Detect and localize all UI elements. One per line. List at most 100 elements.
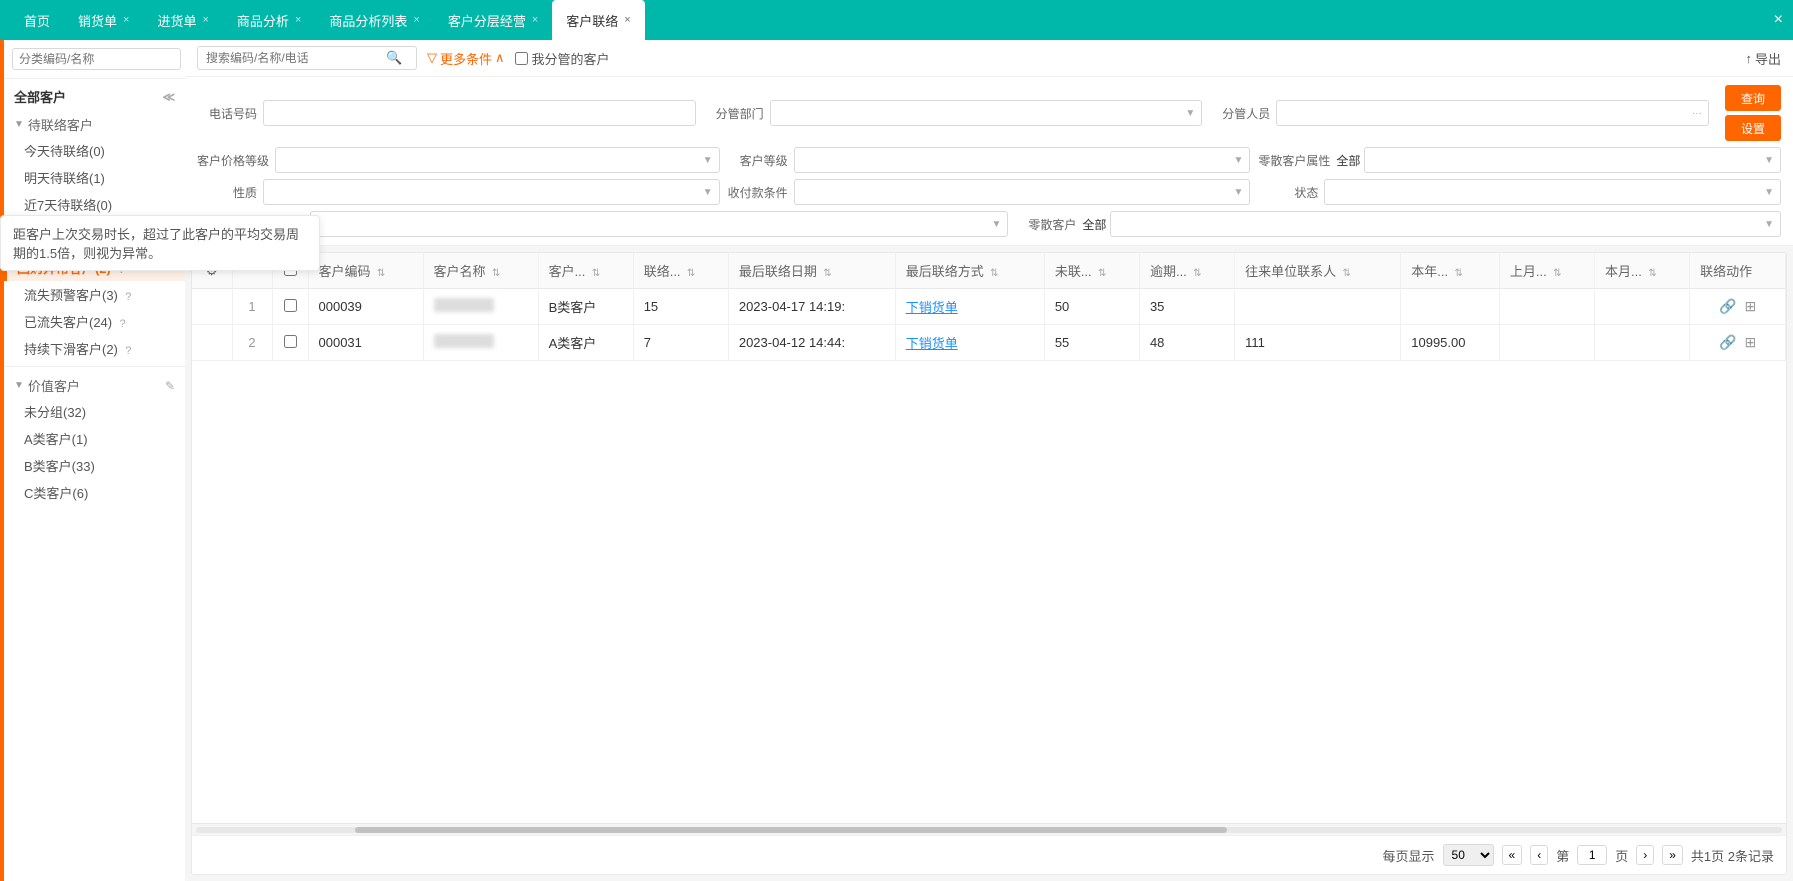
col-type-header[interactable]: 客户... ⇅ (538, 253, 633, 289)
my-customers-filter[interactable]: 我分管的客户 (515, 49, 610, 68)
nav-home[interactable]: 首页 (10, 0, 64, 40)
row2-name-cell[interactable] (423, 325, 538, 361)
contact-sort-icon: ⇅ (687, 268, 695, 279)
row1-check-cell[interactable] (272, 289, 308, 325)
customer-type-select[interactable]: ▼ (310, 211, 1009, 237)
col-thisyear-header[interactable]: 本年... ⇅ (1401, 253, 1500, 289)
nav-customer-contact-close[interactable]: × (624, 14, 630, 26)
customer-grade-select[interactable]: ▼ (794, 147, 1251, 173)
row1-thismonth-cell (1595, 289, 1690, 325)
sidebar-pending-group[interactable]: ▼ 待联络客户 (4, 110, 185, 137)
retail-attr-label: 零散客户属性 (1258, 152, 1330, 169)
col-notcontact-header[interactable]: 未联... ⇅ (1044, 253, 1139, 289)
customer-grade-field: 客户等级 ▼ (728, 147, 1251, 173)
col-lastdate-header[interactable]: 最后联络日期 ⇅ (728, 253, 895, 289)
customer-type-down-arrow-icon: ▼ (992, 219, 1002, 230)
sidebar-item-today[interactable]: 今天待联络(0) (4, 137, 185, 164)
scrollbar-track[interactable] (196, 827, 1782, 833)
filter-search-box: 🔍 (197, 46, 417, 70)
sidebar-item-already-lost[interactable]: 已流失客户(24) ? (4, 308, 185, 335)
col-thismonth-header[interactable]: 本月... ⇅ (1595, 253, 1690, 289)
col-lastmonth-header[interactable]: 上月... ⇅ (1499, 253, 1594, 289)
gender-select[interactable]: ▼ (263, 179, 720, 205)
row1-lastmethod-cell[interactable]: 下销货单 (895, 289, 1044, 325)
row1-name-cell[interactable] (423, 289, 538, 325)
settings-button[interactable]: 设置 (1725, 115, 1781, 141)
last-page-button[interactable]: » (1662, 845, 1683, 865)
sidebar-item-a-class[interactable]: A类客户(1) (4, 425, 185, 452)
row1-grid-action-icon[interactable]: ⊞ (1744, 298, 1756, 315)
status-select[interactable]: ▼ (1324, 179, 1781, 205)
sidebar-item-declining[interactable]: 持续下滑客户(2) ? (4, 335, 185, 362)
value-customer-edit-icon[interactable]: ✎ (165, 379, 175, 393)
col-contact-header[interactable]: 联络... ⇅ (633, 253, 728, 289)
first-page-button[interactable]: « (1502, 845, 1523, 865)
sidebar-item-tomorrow[interactable]: 明天待联络(1) (4, 164, 185, 191)
nav-product-list-close[interactable]: × (413, 14, 419, 26)
dept-select[interactable]: ▼ (770, 100, 1203, 126)
row2-num-cell: 2 (232, 325, 272, 361)
nav-customer-contact[interactable]: 客户联络 × (552, 0, 644, 40)
content-area: 距客户上次交易时长，超过了此客户的平均交易周期的1.5倍，则视为异常。 🔍 ▽ … (185, 40, 1793, 881)
nav-customer-tier-close[interactable]: × (532, 14, 538, 26)
row2-check-cell[interactable] (272, 325, 308, 361)
nav-customer-tier[interactable]: 客户分层经营 × (434, 0, 552, 40)
my-customers-checkbox[interactable] (515, 52, 528, 65)
row2-checkbox[interactable] (284, 335, 297, 348)
nav-sales-close[interactable]: × (123, 14, 129, 26)
page-size-select[interactable]: 50 100 200 (1443, 844, 1494, 866)
filter-search-icon[interactable]: 🔍 (386, 50, 402, 66)
sidebar-item-lost-warning[interactable]: 流失预警客户(3) ? (4, 281, 185, 308)
person-down-arrow-icon: ··· (1692, 108, 1702, 119)
nav-purchase-close[interactable]: × (202, 14, 208, 26)
row1-code-cell[interactable]: 000039 (308, 289, 423, 325)
col-contactperson-header[interactable]: 往来单位联系人 ⇅ (1235, 253, 1401, 289)
nav-sales[interactable]: 销货单 × (64, 0, 143, 40)
row2-grid-action-icon[interactable]: ⊞ (1744, 334, 1756, 351)
sidebar-item-b-class[interactable]: B类客户(33) (4, 452, 185, 479)
retail-attr-value: 全部 (1336, 152, 1360, 169)
row1-lastmonth-cell (1499, 289, 1594, 325)
export-button[interactable]: ↑ 导出 (1745, 49, 1781, 68)
customer-type-field: 客户类型 ▼ (244, 211, 1009, 237)
filter-icon: ▽ (427, 50, 437, 66)
filter-search-input[interactable] (206, 51, 386, 65)
nav-product-analysis-close[interactable]: × (295, 14, 301, 26)
col-code-header[interactable]: 客户编码 ⇅ (308, 253, 423, 289)
page-number-input[interactable] (1577, 845, 1607, 865)
nav-product-list[interactable]: 商品分析列表 × (315, 0, 433, 40)
sidebar-value-customer-group[interactable]: ▼ 价值客户 ✎ (4, 371, 185, 398)
sidebar-item-c-class[interactable]: C类客户(6) (4, 479, 185, 506)
col-lastmethod-header[interactable]: 最后联络方式 ⇅ (895, 253, 1044, 289)
col-name-header[interactable]: 客户名称 ⇅ (423, 253, 538, 289)
retail-attr-select[interactable]: ▼ (1364, 147, 1781, 173)
row2-code-cell[interactable]: 000031 (308, 325, 423, 361)
sidebar-item-ungroup[interactable]: 未分组(32) (4, 398, 185, 425)
close-all-tabs[interactable]: × (1774, 11, 1783, 29)
sidebar-collapse-icon[interactable]: ≪ (162, 90, 175, 104)
more-conditions-btn[interactable]: ▽ 更多条件 ∧ (427, 49, 505, 68)
sidebar-search-input[interactable] (12, 48, 181, 70)
scrollbar-thumb[interactable] (355, 827, 1227, 833)
row2-lastmethod-cell[interactable]: 下销货单 (895, 325, 1044, 361)
col-overdue-header[interactable]: 逾期... ⇅ (1139, 253, 1234, 289)
next-page-button[interactable]: › (1636, 845, 1654, 865)
row2-link-action-icon[interactable]: 🔗 (1719, 334, 1736, 351)
retail-customer-select[interactable]: ▼ (1110, 211, 1781, 237)
row1-link-action-icon[interactable]: 🔗 (1719, 298, 1736, 315)
price-grade-select[interactable]: ▼ (275, 147, 720, 173)
sidebar-item-7days[interactable]: 近7天待联络(0) (4, 191, 185, 218)
filter-bar: 🔍 ▽ 更多条件 ∧ 我分管的客户 ↑ 导出 (185, 40, 1793, 77)
nav-product-analysis[interactable]: 商品分析 × (223, 0, 315, 40)
payment-select[interactable]: ▼ (794, 179, 1251, 205)
row1-checkbox[interactable] (284, 299, 297, 312)
person-select[interactable]: ··· (1276, 100, 1709, 126)
phone-input[interactable] (263, 100, 696, 126)
row1-num-cell: 1 (232, 289, 272, 325)
prev-page-button[interactable]: ‹ (1530, 845, 1548, 865)
horizontal-scrollbar[interactable] (192, 823, 1786, 835)
dept-field: 分管部门 ▼ (704, 100, 1203, 126)
query-button[interactable]: 查询 (1725, 85, 1781, 111)
nav-purchase[interactable]: 进货单 × (143, 0, 222, 40)
person-label: 分管人员 (1210, 105, 1270, 122)
